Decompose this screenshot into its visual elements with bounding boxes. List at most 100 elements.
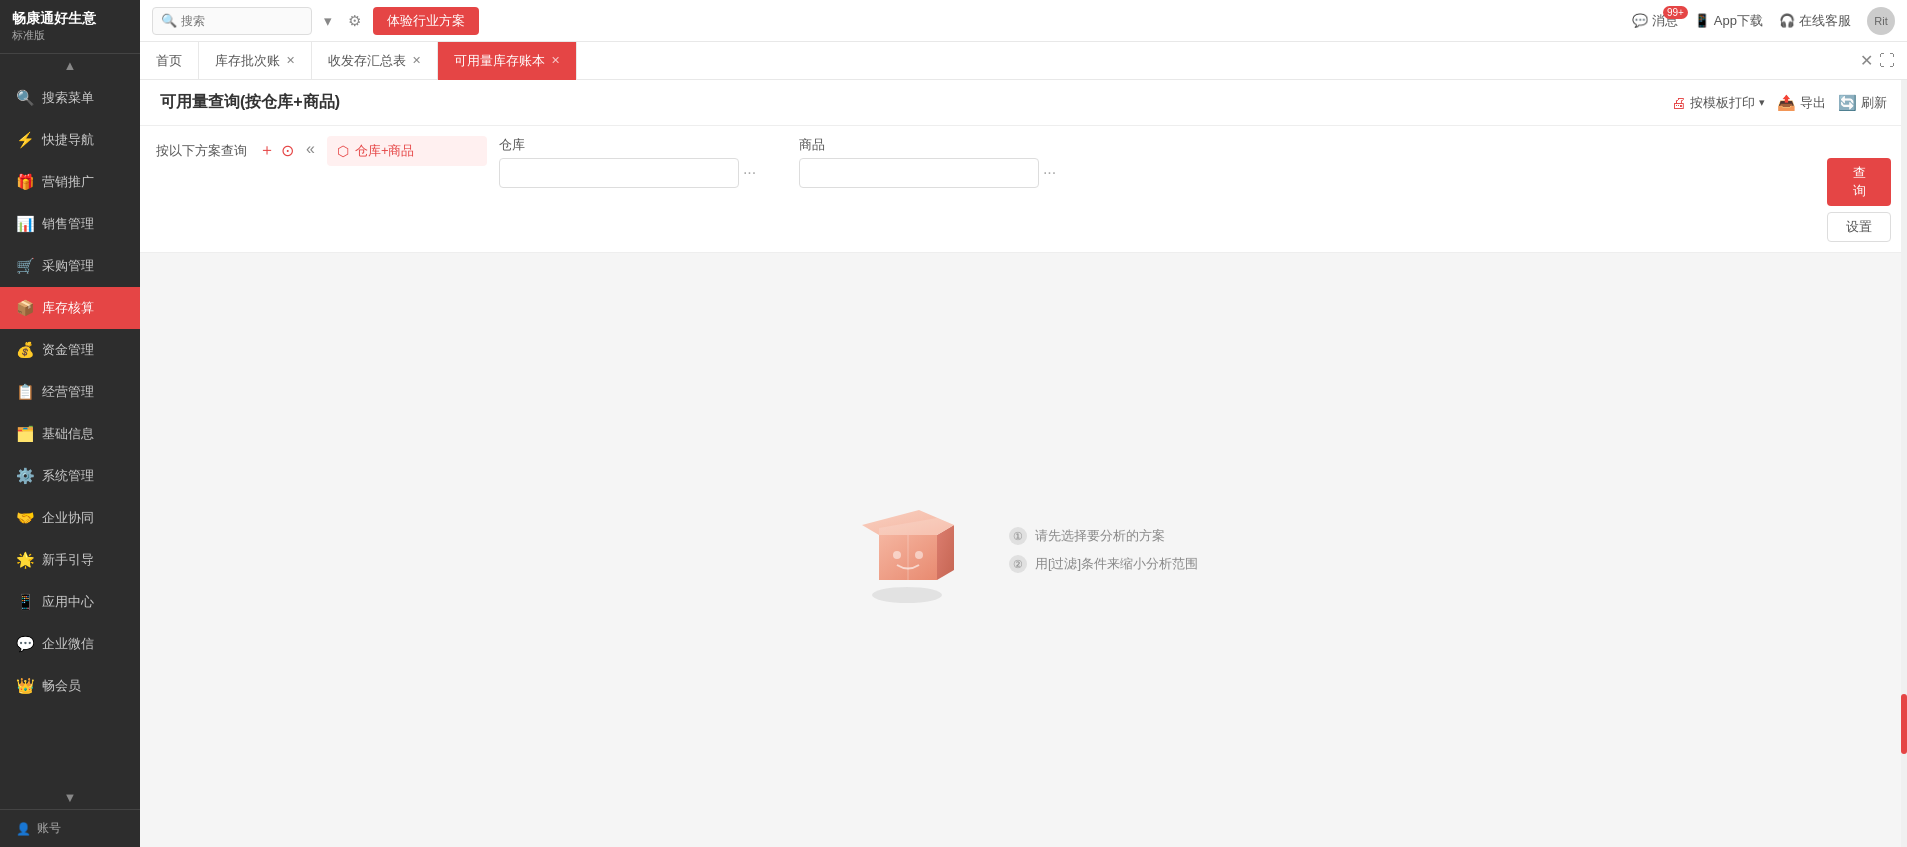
tab-available-stock-close[interactable]: ✕ — [551, 54, 560, 67]
gear-icon-topbar[interactable]: ⚙ — [344, 8, 365, 34]
tab-available-stock[interactable]: 可用量库存账本 ✕ — [438, 42, 577, 80]
operations-icon: 📋 — [16, 383, 34, 401]
sidebar-item-quick-nav[interactable]: ⚡ 快捷导航 — [0, 119, 140, 161]
refresh-btn[interactable]: 🔄 刷新 — [1838, 94, 1887, 112]
product-input[interactable] — [799, 158, 1039, 188]
scheme-icon: ⬡ — [337, 143, 349, 159]
message-btn[interactable]: 💬 消息 99+ — [1632, 12, 1678, 30]
print-icon: 🖨 — [1671, 94, 1686, 111]
app-download-label: App下载 — [1714, 12, 1763, 30]
tab-home-label: 首页 — [156, 52, 182, 70]
right-scrollbar — [1901, 80, 1907, 847]
page-header-actions: 🖨 按模板打印 ▾ 📤 导出 🔄 刷新 — [1671, 94, 1887, 112]
scheme-label: 仓库+商品 — [355, 142, 415, 160]
sidebar-item-label: 采购管理 — [42, 257, 94, 275]
sidebar-item-marketing[interactable]: 🎁 营销推广 — [0, 161, 140, 203]
sidebar-item-sales[interactable]: 📊 销售管理 — [0, 203, 140, 245]
sidebar-item-finance[interactable]: 💰 资金管理 — [0, 329, 140, 371]
trial-btn[interactable]: 体验行业方案 — [373, 7, 479, 35]
print-dropdown-icon[interactable]: ▾ — [1759, 96, 1765, 109]
topbar: 🔍 ▾ ⚙ 体验行业方案 💬 消息 99+ 📱 App下载 🎧 在线客服 Rit — [140, 0, 1907, 42]
app-download-btn[interactable]: 📱 App下载 — [1694, 12, 1763, 30]
sidebar-item-operations[interactable]: 📋 经营管理 — [0, 371, 140, 413]
user-avatar[interactable]: Rit — [1867, 7, 1895, 35]
online-service-btn[interactable]: 🎧 在线客服 — [1779, 12, 1851, 30]
empty-tip-1: ① 请先选择要分析的方案 — [1009, 527, 1198, 545]
svg-point-0 — [872, 587, 942, 603]
search-input[interactable] — [181, 14, 301, 28]
topbar-search-box[interactable]: 🔍 — [152, 7, 312, 35]
svg-point-6 — [893, 551, 901, 559]
refresh-icon: 🔄 — [1838, 94, 1857, 112]
filter-area: 按以下方案查询 ＋ ⊙ « ⬡ 仓库+商品 仓库 ··· — [140, 126, 1907, 253]
empty-illustration — [849, 490, 969, 610]
sidebar-item-search[interactable]: 🔍 搜索菜单 — [0, 77, 140, 119]
add-scheme-btn[interactable]: ＋ — [259, 140, 275, 161]
sidebar-item-member[interactable]: 👑 畅会员 — [0, 665, 140, 707]
warehouse-input[interactable] — [499, 158, 739, 188]
purchase-icon: 🛒 — [16, 257, 34, 275]
sales-icon: 📊 — [16, 215, 34, 233]
message-icon: 💬 — [1632, 13, 1648, 28]
collapse-filter-btn[interactable]: « — [306, 136, 315, 158]
sidebar-item-purchase[interactable]: 🛒 采购管理 — [0, 245, 140, 287]
sidebar-item-label: 应用中心 — [42, 593, 94, 611]
product-more-btn[interactable]: ··· — [1043, 164, 1056, 182]
headset-icon: 🎧 — [1779, 13, 1795, 28]
export-btn[interactable]: 📤 导出 — [1777, 94, 1826, 112]
sidebar-item-label: 基础信息 — [42, 425, 94, 443]
query-btn-area: 查询 设置 — [1827, 136, 1891, 242]
export-icon: 📤 — [1777, 94, 1796, 112]
tab-batch-account-label: 库存批次账 — [215, 52, 280, 70]
app-version: 标准版 — [12, 28, 128, 43]
print-btn[interactable]: 🖨 按模板打印 ▾ — [1671, 94, 1765, 112]
svg-point-7 — [915, 551, 923, 559]
sidebar-item-newbie[interactable]: 🌟 新手引导 — [0, 539, 140, 581]
tip-num-2: ② — [1009, 555, 1027, 573]
sidebar-item-wechat[interactable]: 💬 企业微信 — [0, 623, 140, 665]
tab-batch-account-close[interactable]: ✕ — [286, 54, 295, 67]
user-avatar-sidebar: 👤 — [16, 822, 31, 836]
online-service-label: 在线客服 — [1799, 12, 1851, 30]
tab-available-stock-label: 可用量库存账本 — [454, 52, 545, 70]
tab-receive-summary-close[interactable]: ✕ — [412, 54, 421, 67]
filter-field-product: 商品 ··· — [799, 136, 1079, 188]
settings-btn[interactable]: 设置 — [1827, 212, 1891, 242]
sidebar-nav: 🔍 搜索菜单 ⚡ 快捷导航 🎁 营销推广 📊 销售管理 🛒 采购管理 📦 库存核… — [0, 77, 140, 786]
export-label: 导出 — [1800, 94, 1826, 112]
sidebar-item-app-center[interactable]: 📱 应用中心 — [0, 581, 140, 623]
sidebar-user-label: 账号 — [37, 820, 61, 837]
sidebar-item-label: 经营管理 — [42, 383, 94, 401]
tab-batch-account[interactable]: 库存批次账 ✕ — [199, 42, 312, 80]
tab-home[interactable]: 首页 — [140, 42, 199, 80]
newbie-icon: 🌟 — [16, 551, 34, 569]
warehouse-more-btn[interactable]: ··· — [743, 164, 756, 182]
sidebar-item-label: 新手引导 — [42, 551, 94, 569]
sidebar-item-system[interactable]: ⚙️ 系统管理 — [0, 455, 140, 497]
system-icon: ⚙️ — [16, 467, 34, 485]
tab-receive-summary[interactable]: 收发存汇总表 ✕ — [312, 42, 438, 80]
sidebar-item-basic[interactable]: 🗂️ 基础信息 — [0, 413, 140, 455]
tabs-actions: ✕ ⛶ — [1848, 51, 1907, 70]
tip-text-1: 请先选择要分析的方案 — [1035, 527, 1165, 545]
sidebar-item-label: 库存核算 — [42, 299, 94, 317]
settings-scheme-btn[interactable]: ⊙ — [281, 141, 294, 160]
right-scrollbar-thumb[interactable] — [1901, 694, 1907, 754]
sidebar-scroll-down[interactable]: ▼ — [0, 786, 140, 809]
settings-icon-topbar[interactable]: ▾ — [320, 8, 336, 34]
sidebar-item-inventory[interactable]: 📦 库存核算 — [0, 287, 140, 329]
close-tab-icon[interactable]: ✕ — [1860, 51, 1873, 70]
search-icon: 🔍 — [16, 89, 34, 107]
app-download-icon: 📱 — [1694, 13, 1710, 28]
maximize-tab-icon[interactable]: ⛶ — [1879, 52, 1895, 70]
scheme-item-warehouse-product[interactable]: ⬡ 仓库+商品 — [327, 136, 487, 166]
scheme-list: ⬡ 仓库+商品 — [327, 136, 487, 166]
sidebar: 畅康通好生意 标准版 ▲ 🔍 搜索菜单 ⚡ 快捷导航 🎁 营销推广 📊 销售管理… — [0, 0, 140, 847]
query-btn[interactable]: 查询 — [1827, 158, 1891, 206]
sidebar-item-enterprise[interactable]: 🤝 企业协同 — [0, 497, 140, 539]
quick-nav-icon: ⚡ — [16, 131, 34, 149]
sidebar-bottom: 👤 账号 — [0, 809, 140, 847]
print-label: 按模板打印 — [1690, 94, 1755, 112]
sidebar-scroll-up[interactable]: ▲ — [0, 54, 140, 77]
tip-text-2: 用[过滤]条件来缩小分析范围 — [1035, 555, 1198, 573]
